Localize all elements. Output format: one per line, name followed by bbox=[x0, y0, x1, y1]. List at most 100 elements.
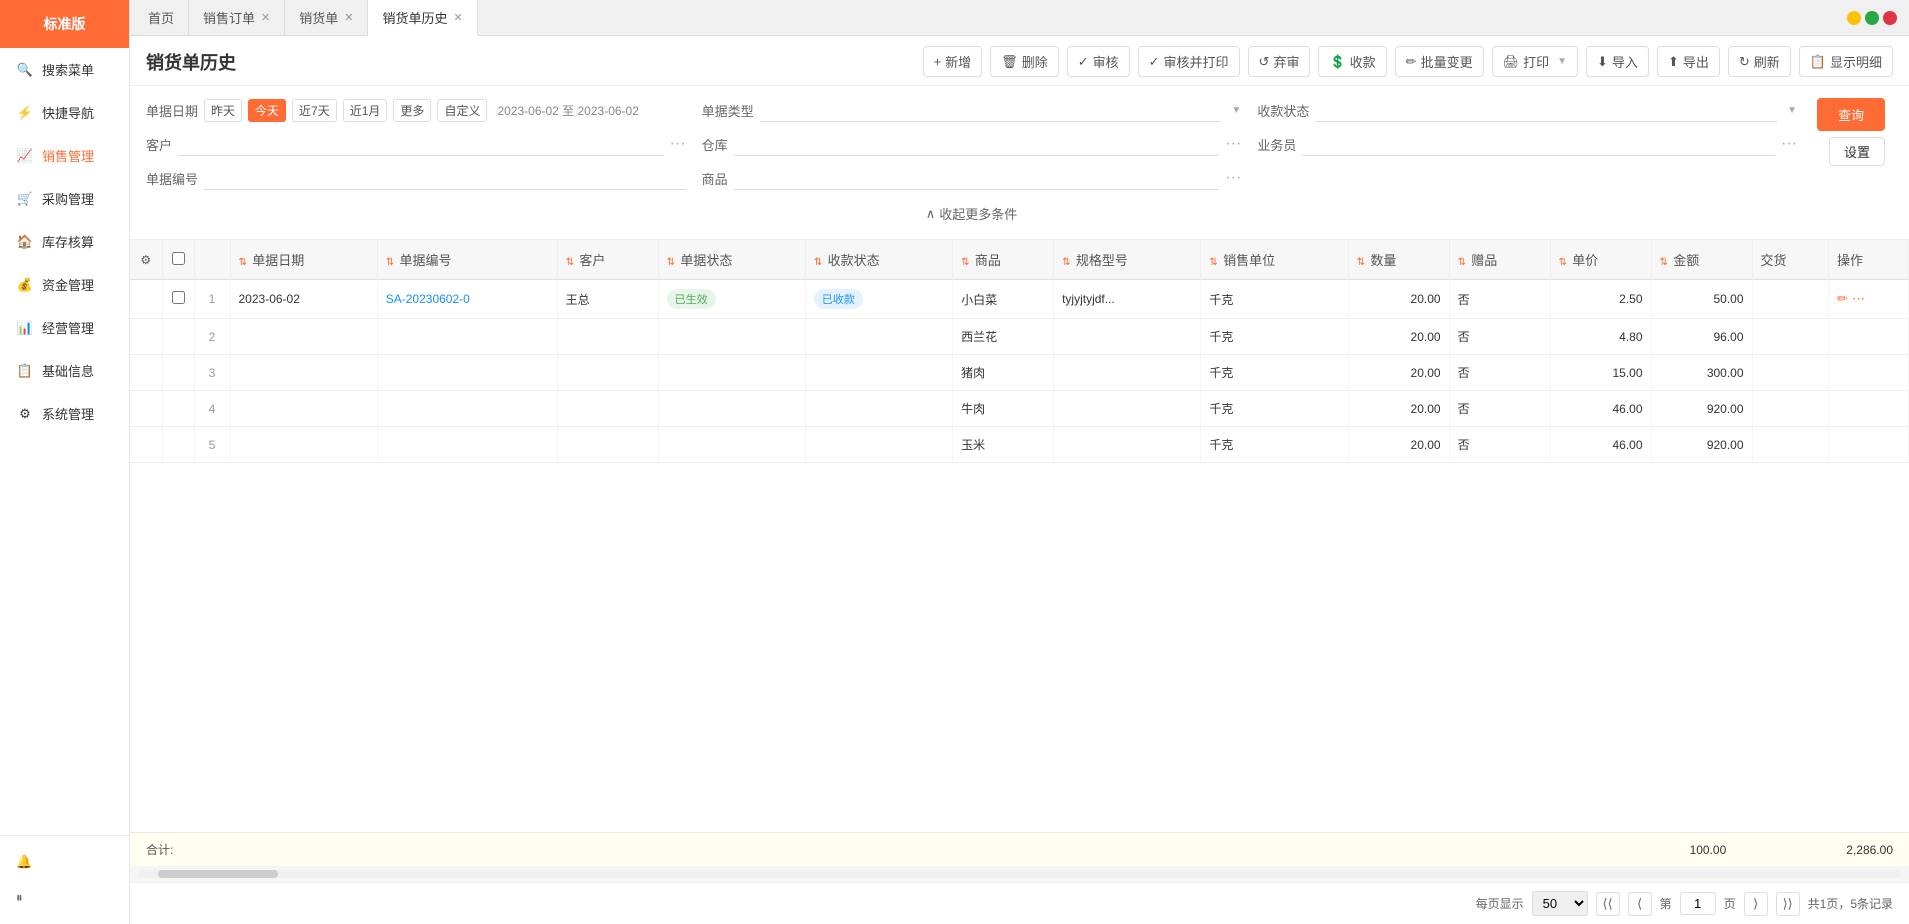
cell-spec-3 bbox=[1054, 391, 1201, 427]
date-btn-7days[interactable]: 近7天 bbox=[292, 99, 337, 122]
scrollbar-thumb[interactable] bbox=[158, 870, 278, 878]
type-filter-input[interactable] bbox=[760, 98, 1222, 122]
date-btn-1month[interactable]: 近1月 bbox=[343, 99, 388, 122]
col-doc-date[interactable]: ⇅ 单据日期 bbox=[230, 240, 377, 280]
sidebar-bottom-btn-1[interactable]: 🔔 bbox=[0, 844, 129, 880]
discard-button[interactable]: ↺ 弃审 bbox=[1248, 46, 1311, 77]
query-button[interactable]: 查询 bbox=[1817, 98, 1885, 131]
col-spec[interactable]: ⇅ 规格型号 bbox=[1054, 240, 1201, 280]
add-button[interactable]: + 新增 bbox=[923, 46, 983, 77]
col-collect-status[interactable]: ⇅ 收款状态 bbox=[805, 240, 952, 280]
col-unit[interactable]: ⇅ 销售单位 bbox=[1201, 240, 1348, 280]
page-size-select[interactable]: 20 50 100 200 bbox=[1532, 891, 1588, 916]
col-settings[interactable]: ⚙ bbox=[130, 240, 162, 280]
sidebar-item-purchase-mgmt[interactable]: 🛒 采购管理 bbox=[0, 177, 129, 220]
add-label: 新增 bbox=[945, 52, 971, 71]
date-btn-yesterday[interactable]: 昨天 bbox=[204, 99, 242, 122]
col-doc-status[interactable]: ⇅ 单据状态 bbox=[658, 240, 805, 280]
sidebar-item-operations[interactable]: 📊 经营管理 bbox=[0, 306, 129, 349]
window-close-button[interactable] bbox=[1883, 11, 1897, 25]
audit-print-button[interactable]: ✓ 审核并打印 bbox=[1138, 46, 1240, 77]
col-amount[interactable]: ⇅ 金额 bbox=[1651, 240, 1752, 280]
cell-docno-1[interactable] bbox=[377, 319, 557, 355]
operations-icon: 📊 bbox=[16, 319, 34, 337]
row-edit-btn-0[interactable]: ✏ bbox=[1837, 291, 1848, 307]
tab-home[interactable]: 首页 bbox=[134, 0, 189, 36]
col-qty[interactable]: ⇅ 数量 bbox=[1348, 240, 1449, 280]
cell-docno-3[interactable] bbox=[377, 391, 557, 427]
sidebar-item-sales-mgmt[interactable]: 📈 销售管理 bbox=[0, 134, 129, 177]
warehouse-filter-input[interactable] bbox=[734, 132, 1220, 156]
cell-docno-0[interactable]: SA-20230602-0 bbox=[377, 280, 557, 319]
select-all-checkbox[interactable] bbox=[172, 252, 185, 265]
page-next-button[interactable]: ⟩ bbox=[1744, 892, 1768, 916]
batch-change-icon: ✏ bbox=[1406, 54, 1417, 70]
collect-button[interactable]: 💲 收款 bbox=[1318, 46, 1386, 77]
date-btn-today[interactable]: 今天 bbox=[248, 99, 286, 122]
delete-button[interactable]: 🗑 删除 bbox=[990, 46, 1059, 77]
refresh-button[interactable]: ↻ 刷新 bbox=[1728, 46, 1791, 77]
warehouse-dots-btn[interactable]: ··· bbox=[1225, 135, 1241, 153]
row-more-btn-0[interactable]: ⋯ bbox=[1852, 291, 1865, 307]
sidebar-item-inventory[interactable]: 🏠 库存核算 bbox=[0, 220, 129, 263]
sidebar-item-sys-mgmt[interactable]: ⚙ 系统管理 bbox=[0, 392, 129, 435]
main-content: 首页 销售订单 ✕ 销货单 ✕ 销货单历史 ✕ 销货单历史 + 新增 bbox=[130, 0, 1909, 924]
cell-checkbox-3[interactable] bbox=[162, 391, 194, 427]
cell-checkbox-4[interactable] bbox=[162, 427, 194, 463]
tab-sales-delivery-close[interactable]: ✕ bbox=[344, 11, 353, 24]
col-product[interactable]: ⇅ 商品 bbox=[953, 240, 1054, 280]
cell-checkbox-1[interactable] bbox=[162, 319, 194, 355]
collect-status-filter-input[interactable] bbox=[1315, 98, 1777, 122]
cell-delivery-3 bbox=[1752, 391, 1829, 427]
cell-docstatus-1 bbox=[658, 319, 805, 355]
date-btn-more[interactable]: 更多 bbox=[393, 99, 431, 122]
col-gift[interactable]: ⇅ 赠品 bbox=[1449, 240, 1550, 280]
customer-filter-input[interactable] bbox=[178, 132, 664, 156]
product-filter-input[interactable] bbox=[734, 166, 1220, 190]
page-last-button[interactable]: ⟩⟩ bbox=[1776, 892, 1800, 916]
sidebar-item-search-menu[interactable]: 🔍 搜索菜单 bbox=[0, 48, 129, 91]
collapse-filter-btn[interactable]: ∧ 收起更多条件 bbox=[914, 200, 1030, 227]
cell-customer-4 bbox=[557, 427, 658, 463]
sidebar-item-quick-nav[interactable]: ⚡ 快捷导航 bbox=[0, 91, 129, 134]
window-maximize-button[interactable] bbox=[1865, 11, 1879, 25]
sidebar-item-finance[interactable]: 💰 资金管理 bbox=[0, 263, 129, 306]
print-button[interactable]: 🖨 打印 ▼ bbox=[1492, 46, 1578, 77]
col-delivery: 交货 bbox=[1752, 240, 1829, 280]
col-collect-status-label: 收款状态 bbox=[828, 253, 880, 268]
salesperson-dots-btn[interactable]: ··· bbox=[1781, 135, 1797, 153]
tab-sales-delivery[interactable]: 销货单 ✕ bbox=[285, 0, 368, 36]
batch-change-button[interactable]: ✏ 批量变更 bbox=[1395, 46, 1484, 77]
sidebar-bottom-btn-2[interactable]: ⏸ bbox=[0, 880, 129, 916]
tab-sales-order-close[interactable]: ✕ bbox=[261, 11, 270, 24]
import-button[interactable]: ⬇ 导入 bbox=[1586, 46, 1649, 77]
col-doc-no[interactable]: ⇅ 单据编号 bbox=[377, 240, 557, 280]
bottom-icon-1: 🔔 bbox=[16, 854, 32, 870]
cell-checkbox-2[interactable] bbox=[162, 355, 194, 391]
export-button[interactable]: ⬆ 导出 bbox=[1657, 46, 1720, 77]
tab-sales-history-close[interactable]: ✕ bbox=[454, 11, 463, 24]
horizontal-scrollbar[interactable] bbox=[138, 870, 1901, 878]
col-customer[interactable]: ⇅ 客户 bbox=[557, 240, 658, 280]
cell-checkbox-0[interactable] bbox=[162, 280, 194, 319]
window-minimize-button[interactable] bbox=[1847, 11, 1861, 25]
filter-settings-button[interactable]: 设置 bbox=[1829, 137, 1885, 166]
page-number-input[interactable] bbox=[1680, 892, 1716, 915]
date-btn-custom[interactable]: 自定义 bbox=[437, 99, 487, 122]
docno-filter-input[interactable] bbox=[204, 166, 686, 190]
page-prev-button[interactable]: ⟨ bbox=[1628, 892, 1652, 916]
product-dots-btn[interactable]: ··· bbox=[1225, 169, 1241, 187]
row-checkbox[interactable] bbox=[172, 291, 185, 304]
tab-sales-order[interactable]: 销售订单 ✕ bbox=[189, 0, 285, 36]
col-price[interactable]: ⇅ 单价 bbox=[1550, 240, 1651, 280]
cell-docno-4[interactable] bbox=[377, 427, 557, 463]
salesperson-filter-input[interactable] bbox=[1302, 132, 1775, 156]
tab-sales-history[interactable]: 销货单历史 ✕ bbox=[368, 0, 477, 36]
page-first-button[interactable]: ⟨⟨ bbox=[1596, 892, 1620, 916]
customer-dots-btn[interactable]: ··· bbox=[670, 135, 686, 153]
audit-button[interactable]: ✓ 审核 bbox=[1067, 46, 1130, 77]
sidebar-item-basic-info[interactable]: 📋 基础信息 bbox=[0, 349, 129, 392]
cell-customer-0: 王总 bbox=[557, 280, 658, 319]
cell-docno-2[interactable] bbox=[377, 355, 557, 391]
show-detail-button[interactable]: 📋 显示明细 bbox=[1799, 46, 1893, 77]
